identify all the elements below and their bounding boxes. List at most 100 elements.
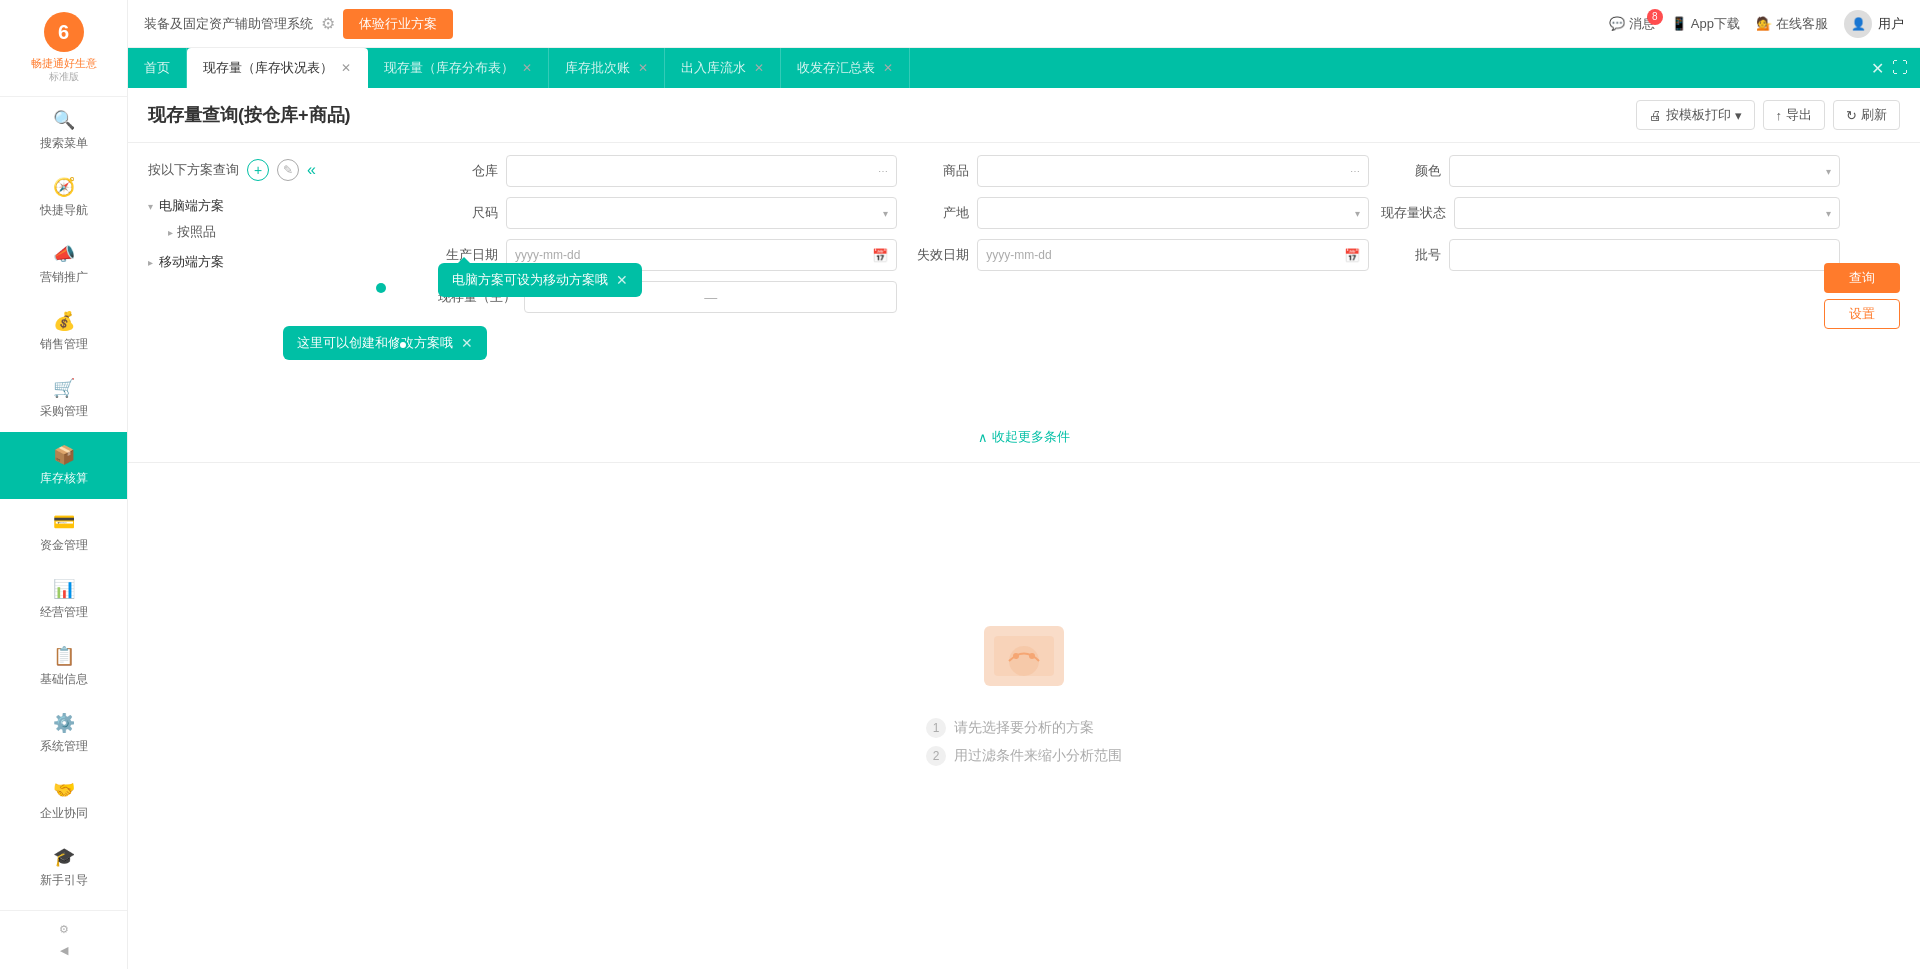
goods-label: 商品 [909, 162, 969, 180]
tab-inventory-status[interactable]: 现存量（库存状况表） ✕ [187, 48, 368, 88]
color-select[interactable]: ▾ [1449, 155, 1840, 187]
close-all-icon[interactable]: ✕ [1871, 59, 1884, 78]
stock-status-select[interactable]: ▾ [1454, 197, 1840, 229]
sidebar-item-system[interactable]: ⚙️ 系统管理 [0, 700, 127, 767]
filter-back-button[interactable]: « [307, 161, 316, 179]
tab-inventory-dist-close[interactable]: ✕ [522, 61, 532, 75]
sidebar-label-search: 搜索菜单 [40, 135, 88, 152]
system-title: 装备及固定资产辅助管理系统 [144, 15, 313, 33]
sidebar-item-guide[interactable]: 🧭 快捷导航 [0, 164, 127, 231]
query-button[interactable]: 查询 [1824, 263, 1900, 293]
logo-icon: 6 [44, 12, 84, 52]
filter-header-label: 按以下方案查询 [148, 161, 239, 179]
sidebar-item-sales[interactable]: 💰 销售管理 [0, 298, 127, 365]
sidebar-item-search[interactable]: 🔍 搜索菜单 [0, 97, 127, 164]
scenario-pc-label: 电脑端方案 [159, 197, 224, 215]
message-badge: 8 [1647, 9, 1663, 25]
sidebar-item-newbie[interactable]: 🎓 新手引导 [0, 834, 127, 901]
sidebar-item-inventory[interactable]: 📦 库存核算 [0, 432, 127, 499]
sidebar-label-sales: 销售管理 [40, 336, 88, 353]
system-icon: ⚙️ [53, 712, 75, 734]
sidebar-item-enterprise[interactable]: 🤝 企业协同 [0, 767, 127, 834]
sidebar-label-finance: 资金管理 [40, 537, 88, 554]
filter-edit-button[interactable]: ✎ [277, 159, 299, 181]
page-title: 现存量查询(按仓库+商品) [148, 103, 351, 127]
warehouse-chevron-icon: ⋯ [878, 166, 888, 177]
experience-button[interactable]: 体验行业方案 [343, 9, 453, 39]
stock-status-label: 现存量状态 [1381, 204, 1446, 222]
tab-inventory-dist[interactable]: 现存量（库存分布表） ✕ [368, 48, 549, 88]
tooltip-pc-text: 电脑方案可设为移动方案哦 [452, 271, 608, 289]
filter-field-color: 颜色 ▾ [1381, 155, 1840, 187]
header-left: 装备及固定资产辅助管理系统 ⚙ 体验行业方案 [144, 9, 453, 39]
sidebar-item-marketing[interactable]: 📣 营销推广 [0, 231, 127, 298]
expire-date-input[interactable]: yyyy-mm-dd 📅 [977, 239, 1368, 271]
export-button[interactable]: ↑ 导出 [1763, 100, 1826, 130]
settings-icon: ⚙ [59, 923, 69, 936]
filter-field-warehouse: 仓库 ⋯ [438, 155, 897, 187]
tab-collect-send-close[interactable]: ✕ [883, 61, 893, 75]
tab-in-out-flow-close[interactable]: ✕ [754, 61, 764, 75]
collapse-more-button[interactable]: ∧ 收起更多条件 [978, 420, 1070, 454]
phone-icon: 📱 [1671, 16, 1687, 31]
svg-point-4 [1029, 653, 1035, 659]
message-button[interactable]: 💬 消息 8 [1609, 15, 1655, 33]
tooltip-edit-close[interactable]: ✕ [461, 335, 473, 351]
expand-icon[interactable]: ⛶ [1892, 59, 1908, 77]
refresh-label: 刷新 [1861, 106, 1887, 124]
filter-add-button[interactable]: + [247, 159, 269, 181]
filter-fields-area: 仓库 ⋯ 商品 ⋯ [438, 155, 1840, 323]
print-button[interactable]: 🖨 按模板打印 ▾ [1636, 100, 1755, 130]
range-dash: — [696, 290, 725, 305]
sidebar-settings-btn[interactable]: ⚙ [59, 923, 69, 936]
tab-collect-send[interactable]: 收发存汇总表 ✕ [781, 48, 910, 88]
tab-home[interactable]: 首页 [128, 48, 187, 88]
purchase-icon: 🛒 [53, 377, 75, 399]
empty-svg [964, 606, 1084, 706]
refresh-button[interactable]: ↻ 刷新 [1833, 100, 1900, 130]
app-download-button[interactable]: 📱 App下载 [1671, 15, 1740, 33]
origin-select[interactable]: ▾ [977, 197, 1368, 229]
filter-field-stock-status: 现存量状态 ▾ [1381, 197, 1840, 229]
origin-chevron-icon: ▾ [1355, 208, 1360, 219]
connector-dot-top [376, 283, 386, 293]
empty-hint-2: 2 用过滤条件来缩小分析范围 [926, 746, 1122, 766]
batch-input[interactable] [1449, 239, 1840, 271]
size-chevron-icon: ▾ [883, 208, 888, 219]
warehouse-select[interactable]: ⋯ [506, 155, 897, 187]
tab-inventory-status-close[interactable]: ✕ [341, 61, 351, 75]
sidebar-collapse-btn[interactable]: ◀ [60, 944, 68, 957]
size-select[interactable]: ▾ [506, 197, 897, 229]
sidebar-item-operations[interactable]: 📊 经营管理 [0, 566, 127, 633]
tab-batch-ledger[interactable]: 库存批次账 ✕ [549, 48, 665, 88]
sidebar-logo[interactable]: 6 畅捷通好生意 标准版 [0, 0, 127, 97]
tooltip-edit-text: 这里可以创建和修改方案哦 [297, 334, 453, 352]
reset-button[interactable]: 设置 [1824, 299, 1900, 329]
print-icon: 🖨 [1649, 108, 1662, 123]
tab-in-out-flow[interactable]: 出入库流水 ✕ [665, 48, 781, 88]
sidebar-bottom: ⚙ ◀ [0, 910, 127, 969]
chevron-up-icon: ∧ [978, 430, 988, 445]
user-menu[interactable]: 👤 用户 [1844, 10, 1904, 38]
empty-illustration [964, 606, 1084, 706]
sidebar-item-purchase[interactable]: 🛒 采购管理 [0, 365, 127, 432]
empty-state: 1 请先选择要分析的方案 2 用过滤条件来缩小分析范围 [128, 463, 1920, 969]
color-label: 颜色 [1381, 162, 1441, 180]
filter-field-expire-date: 失效日期 yyyy-mm-dd 📅 [909, 239, 1368, 271]
calendar2-icon: 📅 [1344, 248, 1360, 263]
filter-field-origin: 产地 ▾ [909, 197, 1368, 229]
sidebar-item-finance[interactable]: 💳 资金管理 [0, 499, 127, 566]
origin-label: 产地 [909, 204, 969, 222]
calendar-icon: 📅 [872, 248, 888, 263]
sidebar-item-basic[interactable]: 📋 基础信息 [0, 633, 127, 700]
produce-date-placeholder: yyyy-mm-dd [515, 248, 866, 262]
filter-field-goods: 商品 ⋯ [909, 155, 1368, 187]
tooltip-pc-close[interactable]: ✕ [616, 272, 628, 288]
goods-select[interactable]: ⋯ [977, 155, 1368, 187]
tabs-actions: ✕ ⛶ [1859, 59, 1920, 78]
online-service-button[interactable]: 💁 在线客服 [1756, 15, 1828, 33]
tab-batch-ledger-close[interactable]: ✕ [638, 61, 648, 75]
gear-icon[interactable]: ⚙ [321, 14, 335, 33]
operations-icon: 📊 [53, 578, 75, 600]
scenario-mobile-label: 移动端方案 [159, 253, 224, 271]
